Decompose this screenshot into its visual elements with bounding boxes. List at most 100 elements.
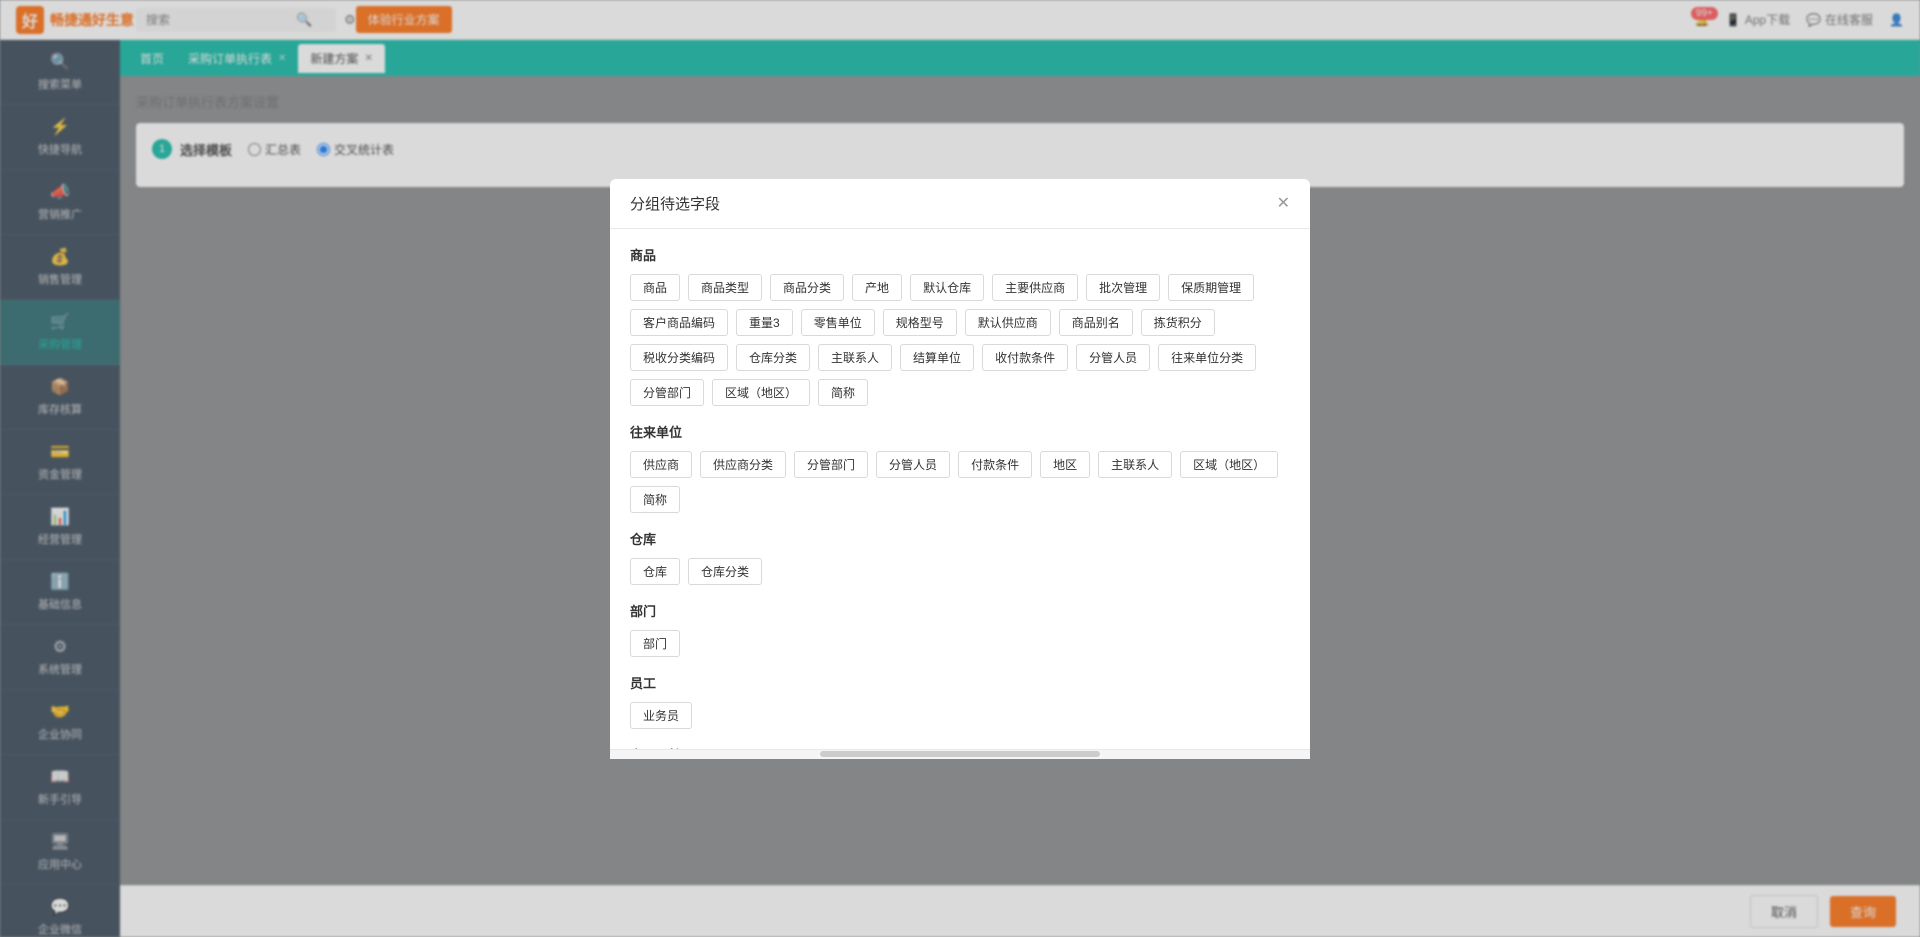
tab-purchase-exec-label: 采购订单执行表	[188, 50, 272, 67]
field-tag-default-supplier[interactable]: 默认供应商	[965, 309, 1051, 336]
online-service-label: 在线客服	[1825, 11, 1873, 28]
sidebar-item-finance[interactable]: 💳 资金管理	[0, 430, 120, 495]
basic-info-icon: ℹ️	[50, 572, 70, 592]
sidebar-item-inventory[interactable]: 📦 库存核算	[0, 365, 120, 430]
top-header: 好 畅捷通好生意 🔍 ⚙ 体验行业方案 🔔 99+ 📱	[0, 0, 1920, 40]
logo-icon: 好	[16, 6, 44, 34]
field-tag-retail-unit[interactable]: 零售单位	[801, 309, 875, 336]
notification-icon-item[interactable]: 🔔 99+	[1695, 13, 1710, 27]
tab-home[interactable]: 首页	[128, 44, 176, 73]
section-employee-title: 员工	[630, 673, 1290, 692]
sidebar-item-apps[interactable]: 🖥 应用中心	[0, 820, 120, 885]
radio-cross[interactable]: 交叉统计表	[317, 141, 394, 158]
section-product-tags: 商品 商品类型 商品分类 产地 默认仓库 主要供应商 批次管理 保质期管理 客户…	[630, 274, 1290, 406]
cancel-button[interactable]: 取消	[1750, 895, 1818, 928]
field-tag-supervisor[interactable]: 分管人员	[1076, 344, 1150, 371]
section-warehouse-tags: 仓库 仓库分类	[630, 558, 1290, 585]
tab-purchase-exec[interactable]: 采购订单执行表 ✕	[176, 44, 298, 73]
field-tag-dept-manage[interactable]: 分管部门	[794, 451, 868, 478]
modal-body: 商品 商品 商品类型 商品分类 产地 默认仓库 主要供应商 批次管理 保质期管理…	[610, 229, 1310, 749]
settings-icon: ⚙	[344, 12, 356, 28]
sidebar-item-operations[interactable]: 📊 经营管理	[0, 495, 120, 560]
field-tag-department[interactable]: 部门	[630, 630, 680, 657]
search-icon: 🔍	[296, 12, 312, 28]
tab-purchase-exec-close[interactable]: ✕	[278, 53, 286, 64]
field-tag-expiry-mgmt[interactable]: 保质期管理	[1168, 274, 1254, 301]
modal-close-button[interactable]: ✕	[1277, 193, 1290, 213]
field-tag-weight3[interactable]: 重量3	[736, 309, 793, 336]
section-warehouse-title: 仓库	[630, 529, 1290, 548]
field-tag-settlement-unit[interactable]: 结算单位	[900, 344, 974, 371]
field-tag-supplier[interactable]: 供应商	[630, 451, 692, 478]
field-tag-pay-terms[interactable]: 付款条件	[958, 451, 1032, 478]
sidebar-item-guide[interactable]: 📖 新手引导	[0, 755, 120, 820]
sidebar-item-operations-label: 经营管理	[38, 531, 82, 547]
sidebar-item-quicknav[interactable]: ⚡ 快捷导航	[0, 105, 120, 170]
field-tag-area[interactable]: 地区	[1040, 451, 1090, 478]
sidebar-item-system[interactable]: ⚙ 系统管理	[0, 625, 120, 690]
section-product-title: 商品	[630, 245, 1290, 264]
search-input[interactable]	[146, 13, 296, 27]
section-warehouse: 仓库 仓库 仓库分类	[630, 529, 1290, 585]
app-download-item[interactable]: 📱 App下载	[1726, 11, 1790, 28]
field-tag-warehouse-cat[interactable]: 仓库分类	[688, 558, 762, 585]
section-department-title: 部门	[630, 601, 1290, 620]
sidebar-item-basic-info[interactable]: ℹ️ 基础信息	[0, 560, 120, 625]
sidebar: 🔍 搜索菜单 ⚡ 快捷导航 📣 营销推广 💰 销售管理 🛒 采购管理 📦	[0, 40, 120, 937]
field-tag-batch-mgmt[interactable]: 批次管理	[1086, 274, 1160, 301]
sidebar-item-purchase[interactable]: 🛒 采购管理	[0, 300, 120, 365]
field-tag-product[interactable]: 商品	[630, 274, 680, 301]
sidebar-item-wechat[interactable]: 💬 企业微信	[0, 885, 120, 937]
experience-btn[interactable]: 体验行业方案	[356, 6, 452, 33]
sidebar-item-sales[interactable]: 💰 销售管理	[0, 235, 120, 300]
sidebar-item-basic-info-label: 基础信息	[38, 596, 82, 612]
field-tag-region-counterpart[interactable]: 区域（地区）	[1180, 451, 1278, 478]
field-tag-main-supplier[interactable]: 主要供应商	[992, 274, 1078, 301]
bottom-actions: 取消 查询	[120, 885, 1920, 937]
field-tag-payment-terms[interactable]: 收付款条件	[982, 344, 1068, 371]
header-actions: 🔔 99+ 📱 App下载 💬 在线客服 👤	[1695, 11, 1904, 28]
field-tag-product-type[interactable]: 商品类型	[688, 274, 762, 301]
user-avatar[interactable]: 👤	[1889, 13, 1904, 27]
field-tag-product-alias[interactable]: 商品别名	[1059, 309, 1133, 336]
sidebar-item-search[interactable]: 🔍 搜索菜单	[0, 40, 120, 105]
field-tag-short-name-product[interactable]: 简称	[818, 379, 868, 406]
online-service-item[interactable]: 💬 在线客服	[1806, 11, 1873, 28]
section-employee: 员工 业务员	[630, 673, 1290, 729]
sidebar-item-guide-label: 新手引导	[38, 791, 82, 807]
operations-icon: 📊	[50, 507, 70, 527]
field-tag-dept-in-charge[interactable]: 分管部门	[630, 379, 704, 406]
section-department-tags: 部门	[630, 630, 1290, 657]
sidebar-item-wechat-label: 企业微信	[38, 921, 82, 937]
confirm-button[interactable]: 查询	[1830, 896, 1896, 927]
field-tag-manage-staff[interactable]: 分管人员	[876, 451, 950, 478]
quicknav-icon: ⚡	[50, 117, 70, 137]
field-tag-counterpart-category[interactable]: 往来单位分类	[1158, 344, 1256, 371]
service-icon: 💬	[1806, 13, 1821, 27]
tab-new-plan-close[interactable]: ✕	[364, 53, 372, 64]
field-tag-main-contact[interactable]: 主联系人	[818, 344, 892, 371]
sidebar-item-apps-label: 应用中心	[38, 856, 82, 872]
apps-icon: 🖥	[50, 832, 70, 852]
tab-new-plan[interactable]: 新建方案 ✕	[298, 44, 384, 73]
field-tag-default-warehouse[interactable]: 默认仓库	[910, 274, 984, 301]
field-tag-region-product[interactable]: 区域（地区）	[712, 379, 810, 406]
field-tag-short-name-counterpart[interactable]: 简称	[630, 486, 680, 513]
field-tag-pick-points[interactable]: 拣货积分	[1141, 309, 1215, 336]
modal-horizontal-scrollbar[interactable]	[610, 749, 1310, 759]
field-tag-warehouse[interactable]: 仓库	[630, 558, 680, 585]
field-tag-customer-code[interactable]: 客户商品编码	[630, 309, 728, 336]
field-tag-salesperson[interactable]: 业务员	[630, 702, 692, 729]
field-tag-warehouse-category[interactable]: 仓库分类	[736, 344, 810, 371]
modal-title: 分组待选字段	[630, 193, 720, 214]
radio-summary[interactable]: 汇总表	[248, 141, 301, 158]
sidebar-item-collab[interactable]: 🤝 企业协同	[0, 690, 120, 755]
sidebar-item-marketing[interactable]: 📣 营销推广	[0, 170, 120, 235]
field-tag-supplier-category[interactable]: 供应商分类	[700, 451, 786, 478]
field-tag-main-contact-2[interactable]: 主联系人	[1098, 451, 1172, 478]
field-tag-tax-code[interactable]: 税收分类编码	[630, 344, 728, 371]
field-tag-spec-model[interactable]: 规格型号	[883, 309, 957, 336]
field-tag-product-category[interactable]: 商品分类	[770, 274, 844, 301]
field-tag-origin[interactable]: 产地	[852, 274, 902, 301]
section-department: 部门 部门	[630, 601, 1290, 657]
